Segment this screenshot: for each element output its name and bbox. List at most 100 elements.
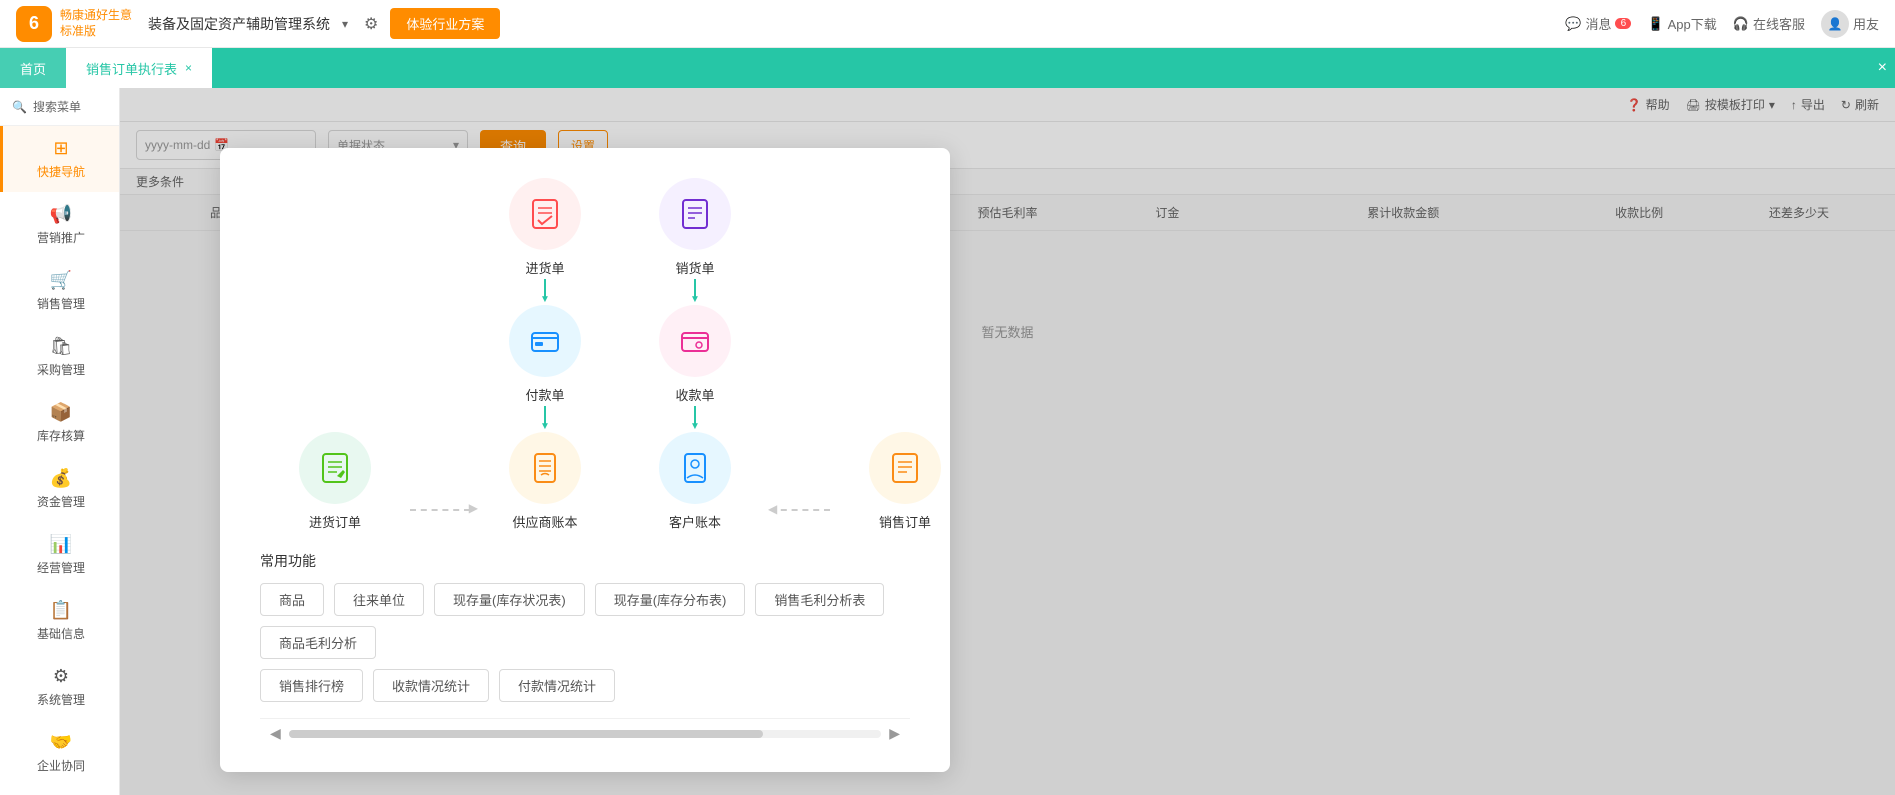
common-section: 常用功能 商品 往来单位 现存量(库存状况表) 现存量(库存分布表) 销售毛利分… xyxy=(260,551,910,702)
sidebar-nav: ⊞ 快捷导航 📢 营销推广 🛒 销售管理 🛍 采购管理 📦 库存核算 💰 xyxy=(0,126,119,795)
logo-icon: 6 xyxy=(16,6,52,42)
sidebar: 🔍 搜索菜单 ⊞ 快捷导航 📢 营销推广 🛒 销售管理 🛍 采购管理 📦 xyxy=(0,88,120,795)
purchase-order-col: 进货订单 xyxy=(260,432,410,531)
payment-icon xyxy=(509,305,581,377)
user-action[interactable]: 👤 用友 xyxy=(1821,10,1879,38)
tab-home[interactable]: 首页 xyxy=(0,48,66,88)
message-label: 消息 xyxy=(1585,14,1611,33)
app-download-action[interactable]: 📱 App下载 xyxy=(1647,14,1716,33)
marketing-icon: 📢 xyxy=(50,204,72,225)
sales-invoice-icon xyxy=(659,178,731,250)
customer-ledger-item[interactable]: 客户账本 xyxy=(620,432,770,531)
supplier-ledger-icon xyxy=(509,432,581,504)
online-service-action[interactable]: 🎧 在线客服 xyxy=(1733,14,1805,33)
btn-receipt-stats[interactable]: 收款情况统计 xyxy=(373,669,489,702)
btn-sales-gross[interactable]: 销售毛利分析表 xyxy=(755,583,884,616)
btn-goods[interactable]: 商品 xyxy=(260,583,324,616)
arrow-h-2: ◀ xyxy=(770,509,830,531)
search-menu[interactable]: 🔍 搜索菜单 xyxy=(0,88,119,126)
purchase-icon: 🛍 xyxy=(50,336,73,357)
dropdown-arrow[interactable]: ▾ xyxy=(342,17,348,31)
scroll-left-arrow[interactable]: ◀ xyxy=(270,725,281,742)
inventory-icon: 📦 xyxy=(50,402,72,423)
search-icon: 🔍 xyxy=(12,100,27,114)
supplier-ledger-item[interactable]: 供应商账本 xyxy=(470,432,620,531)
avatar: 👤 xyxy=(1821,10,1849,38)
payment-label: 付款单 xyxy=(525,385,564,404)
scroll-right-arrow[interactable]: ▶ xyxy=(889,725,900,742)
sales-invoice-col: 销货单 ▼ 收款单 xyxy=(620,178,770,531)
purchase-order-item[interactable]: 进货订单 xyxy=(260,432,410,531)
sales-order-item[interactable]: 销售订单 xyxy=(830,432,980,531)
finance-icon: 💰 xyxy=(50,468,72,489)
app-download-label: App下载 xyxy=(1668,14,1717,33)
scroll-bar-area: ◀ ▶ xyxy=(260,718,910,748)
download-icon: 📱 xyxy=(1647,16,1663,32)
purchase-order-icon xyxy=(299,432,371,504)
purchase-order-label: 进货订单 xyxy=(309,512,361,531)
basic-info-icon: 📋 xyxy=(50,600,72,621)
header-right: 💬 消息 6 📱 App下载 🎧 在线客服 👤 用友 xyxy=(1565,10,1879,38)
scroll-thumb[interactable] xyxy=(289,730,763,738)
system-title: 装备及固定资产辅助管理系统 xyxy=(148,14,330,34)
sidebar-item-enterprise[interactable]: 🤝 企业协同 xyxy=(0,720,119,786)
btn-stock-status[interactable]: 现存量(库存状况表) xyxy=(434,583,585,616)
message-icon: 💬 xyxy=(1565,16,1581,32)
gear-icon[interactable]: ⚙ xyxy=(364,14,378,34)
sidebar-item-system[interactable]: ⚙ 系统管理 xyxy=(0,654,119,720)
btn-sales-rank[interactable]: 销售排行榜 xyxy=(260,669,363,702)
sales-order-label: 销售订单 xyxy=(879,512,931,531)
search-menu-label: 搜索菜单 xyxy=(33,98,81,115)
tab-bar-close-icon[interactable]: × xyxy=(1878,59,1887,77)
service-icon: 🎧 xyxy=(1733,16,1749,32)
purchase-receipt-label: 进货单 xyxy=(525,258,564,277)
btn-stock-dist[interactable]: 现存量(库存分布表) xyxy=(595,583,746,616)
logo-text: 畅康通好生意 标准版 xyxy=(60,8,132,39)
sidebar-item-marketing[interactable]: 📢 营销推广 xyxy=(0,192,119,258)
purchase-receipt-col: 进货单 ▼ 付款单 xyxy=(470,178,620,531)
purchase-receipt-item[interactable]: 进货单 xyxy=(470,178,620,277)
sidebar-item-sales[interactable]: 🛒 销售管理 xyxy=(0,258,119,324)
sales-invoice-label: 销货单 xyxy=(675,258,714,277)
payment-item[interactable]: 付款单 xyxy=(470,305,620,404)
customer-ledger-label: 客户账本 xyxy=(669,512,721,531)
sidebar-item-purchase[interactable]: 🛍 采购管理 xyxy=(0,324,119,390)
customer-ledger-icon xyxy=(659,432,731,504)
flow-section: 进货订单 进货单 xyxy=(260,178,910,531)
quick-nav-modal: 进货订单 进货单 xyxy=(220,148,950,772)
receipt-item[interactable]: 收款单 xyxy=(620,305,770,404)
user-name: 用友 xyxy=(1853,14,1879,33)
sidebar-item-inventory[interactable]: 📦 库存核算 xyxy=(0,390,119,456)
trial-button[interactable]: 体验行业方案 xyxy=(390,8,500,39)
btn-goods-gross[interactable]: 商品毛利分析 xyxy=(260,626,376,659)
sidebar-item-quick-nav[interactable]: ⊞ 快捷导航 xyxy=(0,126,119,192)
sales-invoice-item[interactable]: 销货单 xyxy=(620,178,770,277)
quick-nav-label: 快捷导航 xyxy=(37,163,85,180)
sidebar-item-finance[interactable]: 💰 资金管理 xyxy=(0,456,119,522)
message-badge: 6 xyxy=(1615,18,1631,29)
top-header: 6 畅康通好生意 标准版 装备及固定资产辅助管理系统 ▾ ⚙ 体验行业方案 💬 … xyxy=(0,0,1895,48)
scroll-track[interactable] xyxy=(289,730,881,738)
enterprise-label: 企业协同 xyxy=(37,757,85,774)
sidebar-item-operations[interactable]: 📊 经营管理 xyxy=(0,522,119,588)
receipt-label: 收款单 xyxy=(675,385,714,404)
content-area: ❓ 帮助 🖨 按模板打印 ▾ ↑ 导出 ↻ 刷新 yyyy-mm-dd 📅 xyxy=(120,88,1895,795)
btn-payment-stats[interactable]: 付款情况统计 xyxy=(499,669,615,702)
tab-active[interactable]: 销售订单执行表 × xyxy=(66,48,212,88)
operations-label: 经营管理 xyxy=(37,559,85,576)
arrow-h-1 xyxy=(410,509,470,531)
online-service-label: 在线客服 xyxy=(1753,14,1805,33)
sales-label: 销售管理 xyxy=(37,295,85,312)
sidebar-item-basic-info[interactable]: 📋 基础信息 xyxy=(0,588,119,654)
basic-info-label: 基础信息 xyxy=(37,625,85,642)
tab-close-icon[interactable]: × xyxy=(185,61,192,75)
quick-nav-icon: ⊞ xyxy=(53,138,68,159)
message-action[interactable]: 💬 消息 6 xyxy=(1565,14,1631,33)
marketing-label: 营销推广 xyxy=(37,229,85,246)
common-title: 常用功能 xyxy=(260,551,910,571)
logo-area: 6 畅康通好生意 标准版 xyxy=(16,6,136,42)
btn-partners[interactable]: 往来单位 xyxy=(334,583,424,616)
common-buttons: 商品 往来单位 现存量(库存状况表) 现存量(库存分布表) 销售毛利分析表 商品… xyxy=(260,583,910,659)
tab-active-label: 销售订单执行表 xyxy=(86,59,177,78)
sidebar-item-guide[interactable]: 📖 新手引导 xyxy=(0,786,119,795)
